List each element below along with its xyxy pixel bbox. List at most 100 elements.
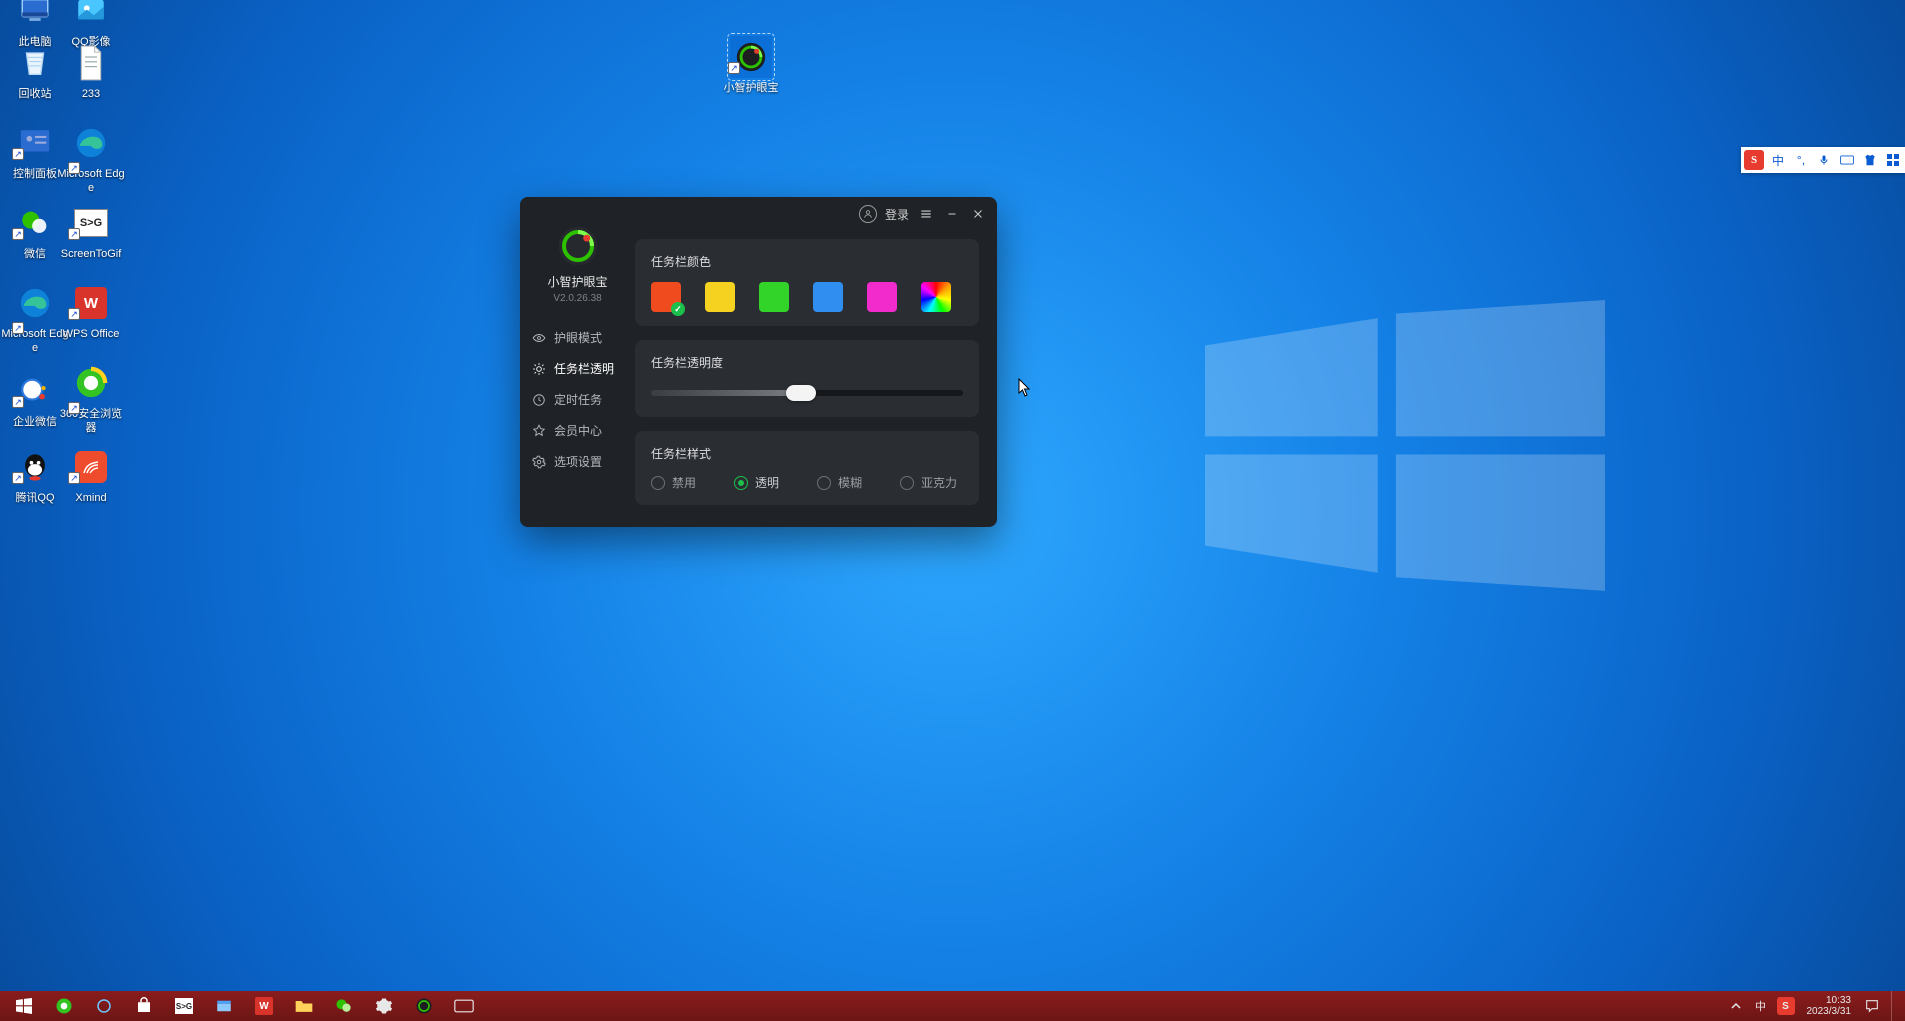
- text-file-icon: [70, 42, 112, 84]
- shortcut-arrow-icon: ↗: [12, 228, 24, 240]
- desktop-icon-360-browser[interactable]: ↗ 360安全浏览器: [56, 362, 126, 436]
- shortcut-arrow-icon: ↗: [12, 148, 24, 160]
- nav-label: 定时任务: [554, 391, 602, 408]
- taskbar-app-eyecare[interactable]: [404, 991, 444, 1021]
- shortcut-arrow-icon: ↗: [12, 472, 24, 484]
- desktop-icon-screentogif[interactable]: S>G ↗ ScreenToGif: [56, 202, 126, 262]
- close-button[interactable]: [969, 205, 987, 223]
- check-icon: ✓: [671, 302, 685, 316]
- color-swatch-blue[interactable]: [813, 282, 843, 312]
- tray-sogou-icon[interactable]: S: [1776, 996, 1796, 1016]
- color-swatch-rainbow[interactable]: [921, 282, 951, 312]
- taskbar-app-store[interactable]: [124, 991, 164, 1021]
- ime-lang-button[interactable]: 中: [1769, 151, 1787, 169]
- color-swatches: ✓: [651, 282, 963, 312]
- taskbar-app-settings[interactable]: [364, 991, 404, 1021]
- tray-clock[interactable]: 10:33 2023/3/31: [1801, 995, 1858, 1017]
- taskbar-app-folder[interactable]: [284, 991, 324, 1021]
- radio-acrylic[interactable]: 亚克力: [900, 474, 957, 491]
- nav-eye-mode[interactable]: 护眼模式: [520, 322, 635, 353]
- user-avatar-icon[interactable]: [859, 205, 877, 223]
- menu-button[interactable]: [917, 205, 935, 223]
- desktop-icon-edge-2[interactable]: ↗ Microsoft Edge: [56, 122, 126, 196]
- desktop-icon-label: 小智护眼宝: [716, 82, 786, 96]
- tray-date: 2023/3/31: [1807, 1006, 1852, 1017]
- app-sidebar: 小智护眼宝 V2.0.26.38 护眼模式 任务栏透明 定时任务 会员中心 选项…: [520, 197, 635, 527]
- minimize-button[interactable]: [943, 205, 961, 223]
- shortcut-arrow-icon: ↗: [68, 162, 80, 174]
- tray-ime-lang[interactable]: 中: [1751, 996, 1771, 1016]
- color-swatch-red[interactable]: ✓: [651, 282, 681, 312]
- radio-label: 透明: [755, 474, 779, 491]
- show-desktop-button[interactable]: [1891, 991, 1897, 1021]
- ime-punct-button[interactable]: °,: [1792, 151, 1810, 169]
- color-swatch-magenta[interactable]: [867, 282, 897, 312]
- taskbar-app-screentogif[interactable]: S>G: [164, 991, 204, 1021]
- ime-toolbox-button[interactable]: [1884, 151, 1902, 169]
- edge-icon: [70, 122, 112, 164]
- radio-transparent[interactable]: 透明: [734, 474, 779, 491]
- shortcut-arrow-icon: ↗: [68, 472, 80, 484]
- shortcut-arrow-icon: ↗: [728, 62, 740, 74]
- ime-skin-button[interactable]: [1861, 151, 1879, 169]
- tray-show-hidden-icon[interactable]: [1726, 996, 1746, 1016]
- ime-toolbar[interactable]: S 中 °,: [1741, 147, 1905, 173]
- color-swatch-yellow[interactable]: [705, 282, 735, 312]
- ime-keyboard-button[interactable]: [1838, 151, 1856, 169]
- login-button[interactable]: 登录: [885, 206, 909, 223]
- desktop-icon-label: 360安全浏览器: [56, 408, 126, 436]
- pc-icon: [14, 0, 56, 32]
- taskbar-app-wps[interactable]: W: [244, 991, 284, 1021]
- color-swatch-green[interactable]: [759, 282, 789, 312]
- app-version: V2.0.26.38: [553, 293, 601, 304]
- start-button[interactable]: [4, 991, 44, 1021]
- tray-action-center-icon[interactable]: [1862, 996, 1882, 1016]
- nav-taskbar-transparent[interactable]: 任务栏透明: [520, 353, 635, 384]
- eyecare-app-window: 登录 小智护眼宝 V2.0.26.38 护眼模式 任务栏透明 定时任务 会员中心…: [520, 197, 997, 527]
- radio-blur[interactable]: 模糊: [817, 474, 862, 491]
- taskbar-app-360[interactable]: [44, 991, 84, 1021]
- taskbar-app-wechat[interactable]: [324, 991, 364, 1021]
- transparency-slider[interactable]: [651, 383, 963, 403]
- desktop-icon-label: Microsoft Edge: [56, 168, 126, 196]
- edge-icon: [14, 282, 56, 324]
- taskbar: S>G W 中 S 10:33 2023/3/31: [0, 991, 1905, 1021]
- panel-title: 任务栏透明度: [651, 354, 963, 371]
- qq-image-icon: [70, 0, 112, 32]
- shortcut-arrow-icon: ↗: [68, 308, 80, 320]
- desktop-icon-label: ScreenToGif: [56, 248, 126, 262]
- panel-title: 任务栏样式: [651, 445, 963, 462]
- taskbar-color-panel: 任务栏颜色 ✓: [635, 239, 979, 326]
- desktop-icon-text-file[interactable]: 233: [56, 42, 126, 102]
- radio-disable[interactable]: 禁用: [651, 474, 696, 491]
- recycle-icon: [14, 42, 56, 84]
- desktop-icon-wps[interactable]: W ↗ WPS Office: [56, 282, 126, 342]
- taskbar-app-cortana[interactable]: [84, 991, 124, 1021]
- desktop-icon-label: Xmind: [56, 492, 126, 506]
- shortcut-arrow-icon: ↗: [12, 396, 24, 408]
- nav-label: 任务栏透明: [554, 360, 614, 377]
- slider-thumb[interactable]: [786, 385, 816, 401]
- sogou-ime-icon[interactable]: S: [1744, 150, 1764, 170]
- radio-label: 亚克力: [921, 474, 957, 491]
- 360-browser-icon: [70, 362, 112, 404]
- taskbar-app-keyboard[interactable]: [444, 991, 484, 1021]
- nav-timer[interactable]: 定时任务: [520, 384, 635, 415]
- desktop-icon-eyecare-selected[interactable]: ↗ 小智护眼宝: [716, 36, 786, 96]
- desktop-icon-xmind[interactable]: ↗ Xmind: [56, 446, 126, 506]
- ime-voice-button[interactable]: [1815, 151, 1833, 169]
- tray-time: 10:33: [1807, 995, 1852, 1006]
- nav-label: 选项设置: [554, 453, 602, 470]
- system-tray: 中 S 10:33 2023/3/31: [1726, 991, 1902, 1021]
- nav-vip[interactable]: 会员中心: [520, 415, 635, 446]
- radio-label: 模糊: [838, 474, 862, 491]
- shortcut-arrow-icon: ↗: [12, 322, 24, 334]
- taskbar-transparency-panel: 任务栏透明度: [635, 340, 979, 417]
- app-titlebar: 登录: [859, 205, 987, 223]
- app-nav: 护眼模式 任务栏透明 定时任务 会员中心 选项设置: [520, 322, 635, 477]
- panel-title: 任务栏颜色: [651, 253, 963, 270]
- taskbar-app-fileexplorer[interactable]: [204, 991, 244, 1021]
- desktop-icon-label: 233: [56, 88, 126, 102]
- shortcut-arrow-icon: ↗: [68, 228, 80, 240]
- nav-settings[interactable]: 选项设置: [520, 446, 635, 477]
